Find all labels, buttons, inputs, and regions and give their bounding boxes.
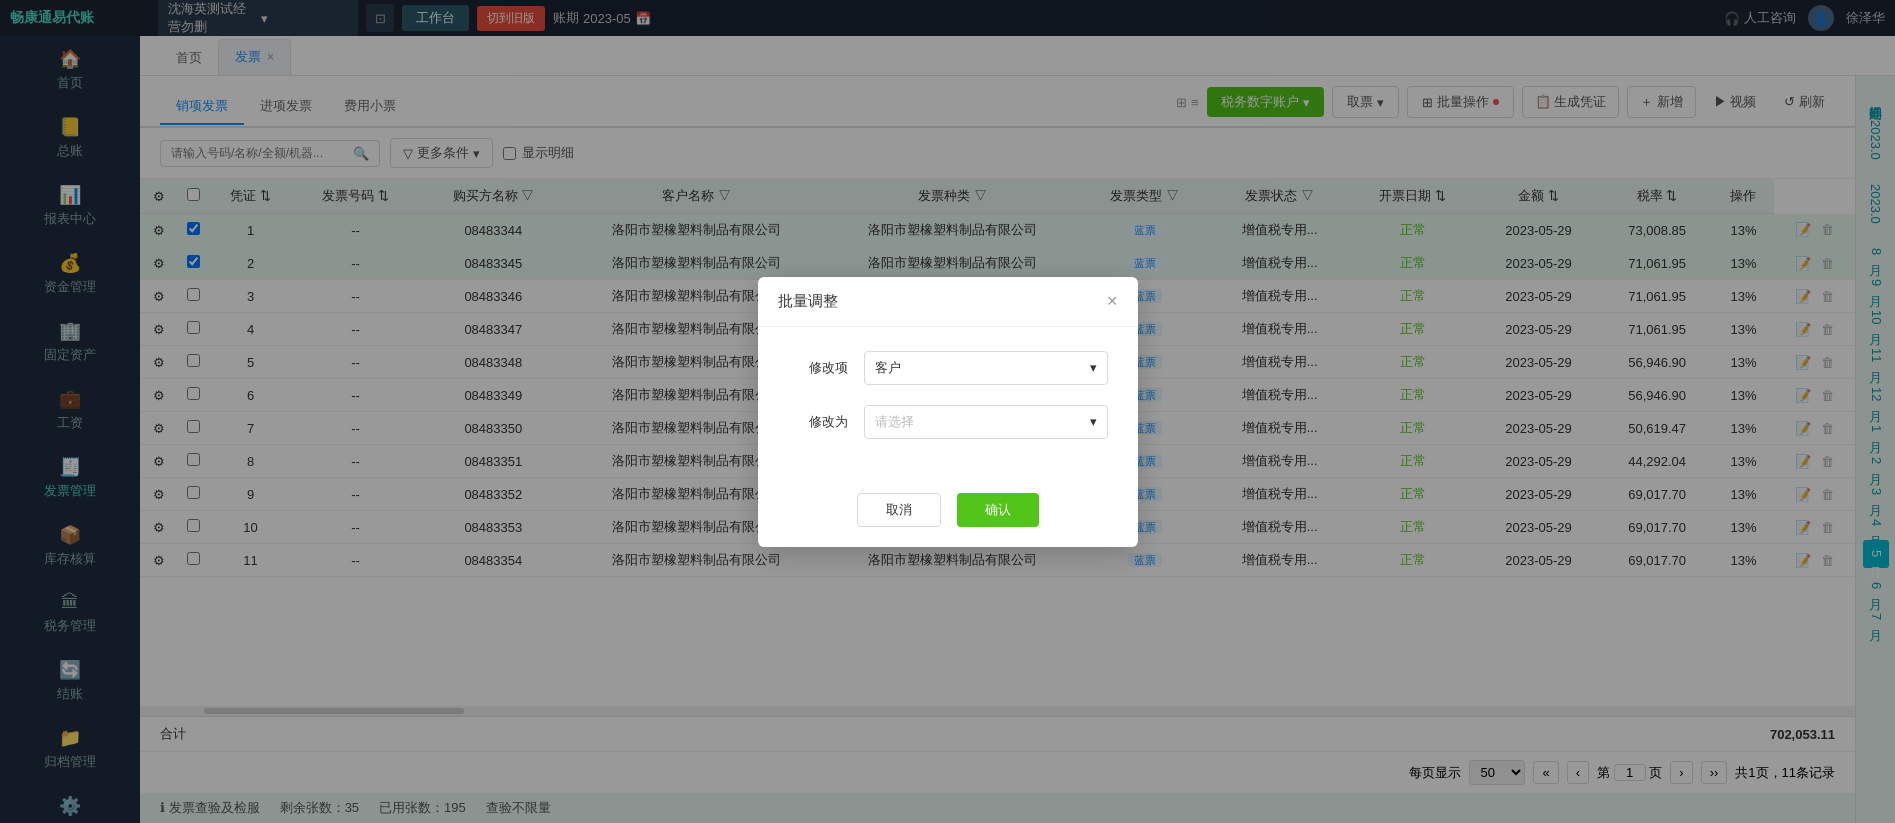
form-field-value: 客户 [875,359,901,377]
modal-overlay[interactable]: 批量调整 × 修改项 客户 ▾ 修改为 请选择 ▾ 取消 确认 [0,0,1895,823]
modal-title: 批量调整 [778,292,838,311]
modal-cancel-button[interactable]: 取消 [857,493,941,527]
modal-confirm-button[interactable]: 确认 [957,493,1039,527]
form-row-value: 修改为 请选择 ▾ [788,405,1108,439]
chevron-down-icon: ▾ [1090,414,1097,429]
modal-footer: 取消 确认 [758,483,1138,547]
chevron-down-icon: ▾ [1090,360,1097,375]
form-value-placeholder: 请选择 [875,413,914,431]
form-value-select[interactable]: 请选择 ▾ [864,405,1108,439]
form-field-select[interactable]: 客户 ▾ [864,351,1108,385]
form-value-label: 修改为 [788,413,848,431]
modal-header: 批量调整 × [758,277,1138,327]
modal-close-button[interactable]: × [1107,291,1118,312]
form-field-label: 修改项 [788,359,848,377]
batch-adjust-modal: 批量调整 × 修改项 客户 ▾ 修改为 请选择 ▾ 取消 确认 [758,277,1138,547]
modal-body: 修改项 客户 ▾ 修改为 请选择 ▾ [758,327,1138,483]
form-row-field: 修改项 客户 ▾ [788,351,1108,385]
